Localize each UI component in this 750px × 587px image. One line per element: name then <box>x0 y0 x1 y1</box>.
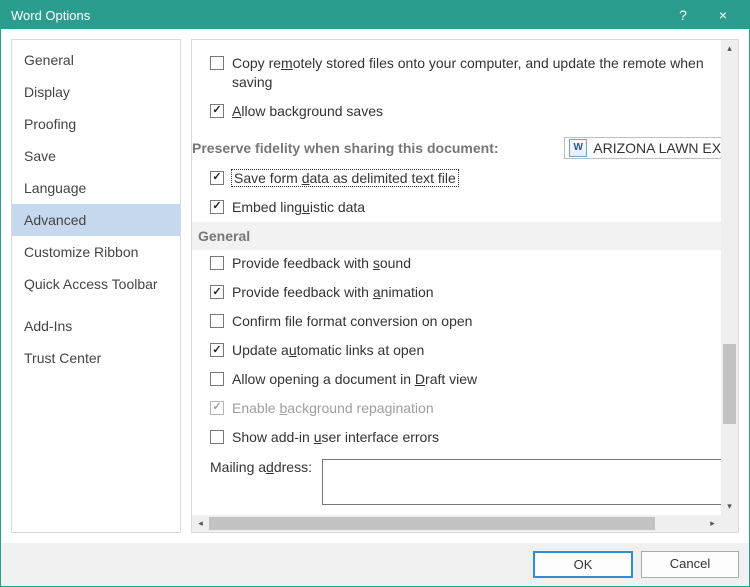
opt-save-form-data: Save form data as delimited text file <box>210 165 730 194</box>
opt-allow-bg-saves: Allow background saves <box>210 98 730 127</box>
checkbox-draft-view[interactable] <box>210 372 224 386</box>
panel-wrap: Copy remotely stored files onto your com… <box>191 39 739 533</box>
horizontal-scroll-track[interactable] <box>209 515 704 532</box>
checkbox-save-form-data[interactable] <box>210 171 224 185</box>
label-save-form-data: Save form data as delimited text file <box>232 169 730 188</box>
opt-embed-linguistic: Embed linguistic data <box>210 194 730 223</box>
opt-confirm-format: Confirm file format conversion on open <box>210 308 730 337</box>
scrollbar-corner <box>721 515 738 532</box>
options-panel: Copy remotely stored files onto your com… <box>191 39 739 533</box>
checkbox-embed-linguistic[interactable] <box>210 200 224 214</box>
category-sidebar: General Display Proofing Save Language A… <box>11 39 181 533</box>
vertical-scroll-thumb[interactable] <box>723 344 736 424</box>
label-embed-linguistic: Embed linguistic data <box>232 198 730 217</box>
vertical-scrollbar[interactable]: ▴ ▾ <box>721 40 738 515</box>
horizontal-scroll-thumb[interactable] <box>209 517 655 530</box>
checkbox-feedback-animation[interactable] <box>210 285 224 299</box>
label-confirm-format: Confirm file format conversion on open <box>232 312 730 331</box>
label-update-links: Update automatic links at open <box>232 341 730 360</box>
help-button[interactable]: ? <box>663 7 703 23</box>
checkbox-update-links[interactable] <box>210 343 224 357</box>
section-general-label: General <box>198 228 250 244</box>
cancel-button[interactable]: Cancel <box>641 551 739 578</box>
checkbox-addin-errors[interactable] <box>210 430 224 444</box>
section-general: General <box>192 222 738 250</box>
sidebar-item-trust-center[interactable]: Trust Center <box>12 342 180 374</box>
label-feedback-sound: Provide feedback with sound <box>232 254 730 273</box>
word-icon: W <box>569 139 587 157</box>
section-preserve-fidelity: Preserve fidelity when sharing this docu… <box>192 127 730 165</box>
vertical-scroll-track[interactable] <box>721 57 738 498</box>
scroll-down-arrow-icon[interactable]: ▾ <box>721 498 738 515</box>
document-picker-label: ARIZONA LAWN EXI <box>593 140 725 156</box>
mailing-address-input[interactable] <box>322 459 730 505</box>
ok-button[interactable]: OK <box>533 551 633 578</box>
label-draft-view: Allow opening a document in Draft view <box>232 370 730 389</box>
label-bg-repagination: Enable background repagination <box>232 399 730 418</box>
horizontal-scrollbar[interactable]: ◂ ▸ <box>192 515 721 532</box>
sidebar-item-add-ins[interactable]: Add-Ins <box>12 310 180 342</box>
titlebar[interactable]: Word Options ? × <box>1 1 749 29</box>
section-preserve-fidelity-label: Preserve fidelity when sharing this docu… <box>192 140 499 156</box>
opt-feedback-sound: Provide feedback with sound <box>210 250 730 279</box>
checkbox-allow-bg-saves[interactable] <box>210 104 224 118</box>
window-title: Word Options <box>7 8 663 23</box>
opt-addin-errors: Show add-in user interface errors <box>210 424 730 453</box>
mailing-address-label: Mailing address: <box>210 459 312 475</box>
scroll-left-arrow-icon[interactable]: ◂ <box>192 515 209 532</box>
scroll-right-arrow-icon[interactable]: ▸ <box>704 515 721 532</box>
checkbox-bg-repagination <box>210 401 224 415</box>
dialog-footer: OK Cancel <box>1 543 749 586</box>
checkbox-copy-remote[interactable] <box>210 56 224 70</box>
sidebar-item-language[interactable]: Language <box>12 172 180 204</box>
label-addin-errors: Show add-in user interface errors <box>232 428 730 447</box>
checkbox-confirm-format[interactable] <box>210 314 224 328</box>
label-feedback-animation: Provide feedback with animation <box>232 283 730 302</box>
opt-bg-repagination: Enable background repagination <box>210 395 730 424</box>
sidebar-item-advanced[interactable]: Advanced <box>12 204 180 236</box>
label-allow-bg-saves: Allow background saves <box>232 102 730 121</box>
checkbox-feedback-sound[interactable] <box>210 256 224 270</box>
word-options-dialog: Word Options ? × General Display Proofin… <box>0 0 750 587</box>
opt-copy-remote: Copy remotely stored files onto your com… <box>210 50 730 98</box>
sidebar-item-customize-ribbon[interactable]: Customize Ribbon <box>12 236 180 268</box>
sidebar-item-save[interactable]: Save <box>12 140 180 172</box>
close-button[interactable]: × <box>703 7 743 23</box>
scroll-up-arrow-icon[interactable]: ▴ <box>721 40 738 57</box>
mailing-address-row: Mailing address: <box>210 453 730 505</box>
sidebar-item-display[interactable]: Display <box>12 76 180 108</box>
dialog-body: General Display Proofing Save Language A… <box>1 29 749 543</box>
opt-draft-view: Allow opening a document in Draft view <box>210 366 730 395</box>
opt-update-links: Update automatic links at open <box>210 337 730 366</box>
sidebar-item-quick-access-toolbar[interactable]: Quick Access Toolbar <box>12 268 180 300</box>
document-picker[interactable]: W ARIZONA LAWN EXI <box>564 137 730 159</box>
sidebar-item-proofing[interactable]: Proofing <box>12 108 180 140</box>
options-panel-content: Copy remotely stored files onto your com… <box>192 40 738 515</box>
label-copy-remote: Copy remotely stored files onto your com… <box>232 54 730 92</box>
sidebar-item-general[interactable]: General <box>12 44 180 76</box>
opt-feedback-animation: Provide feedback with animation <box>210 279 730 308</box>
